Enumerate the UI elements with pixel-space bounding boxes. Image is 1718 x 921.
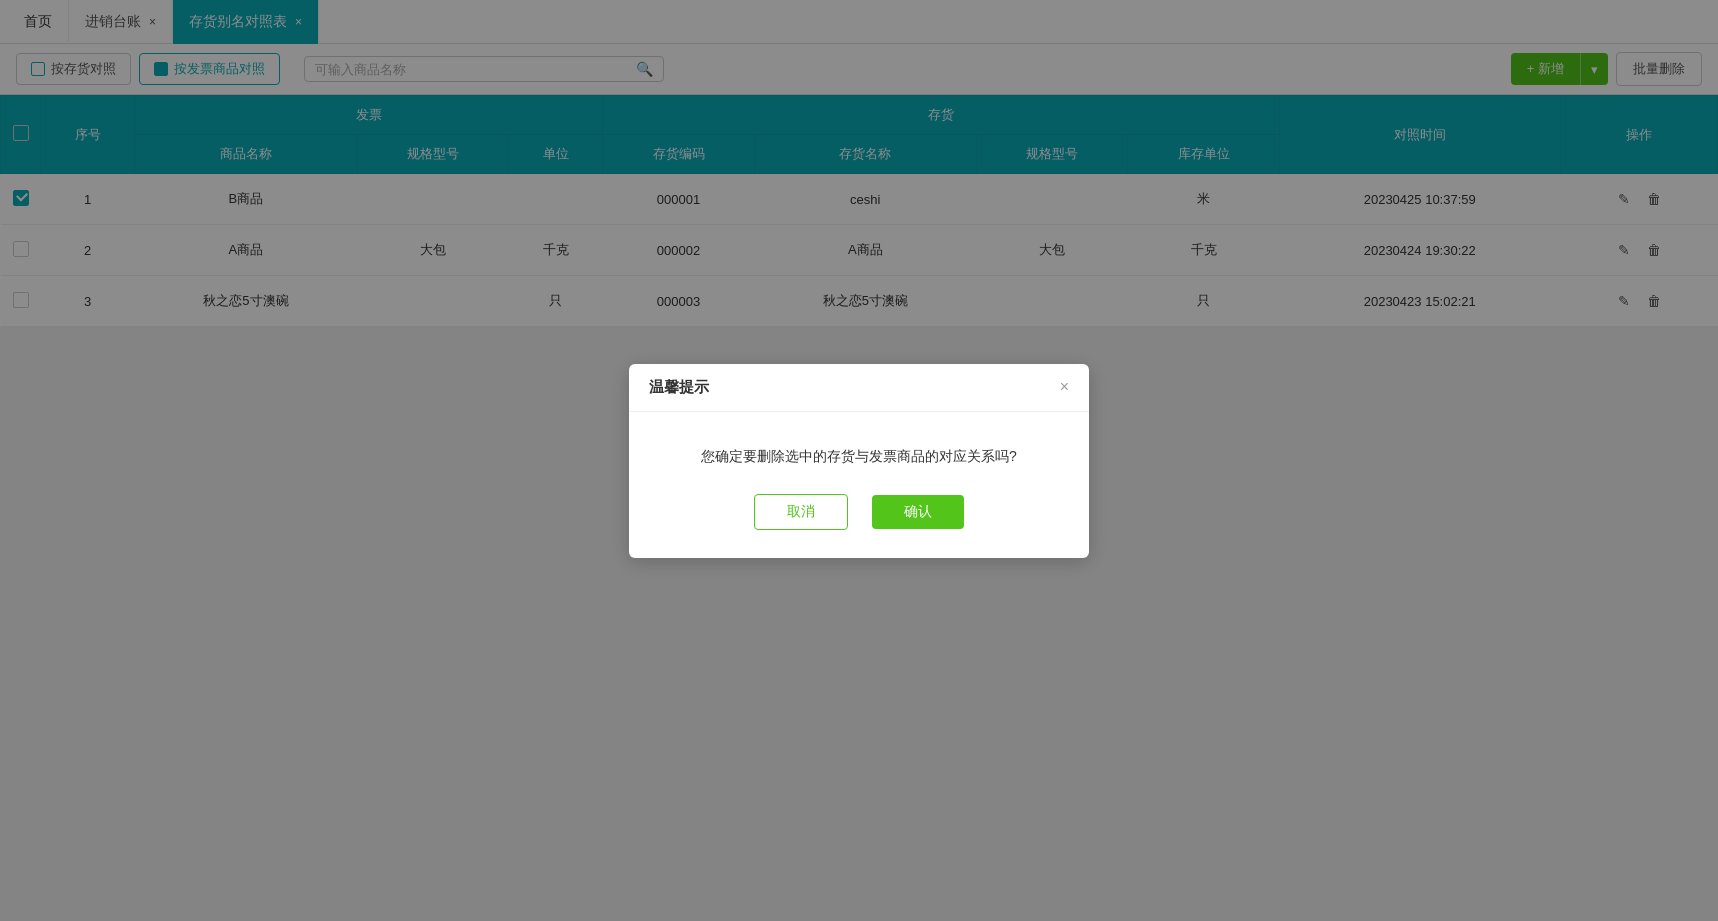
modal-overlay: 温馨提示 × 您确定要删除选中的存货与发票商品的对应关系吗? 取消 确认 (0, 0, 1718, 327)
